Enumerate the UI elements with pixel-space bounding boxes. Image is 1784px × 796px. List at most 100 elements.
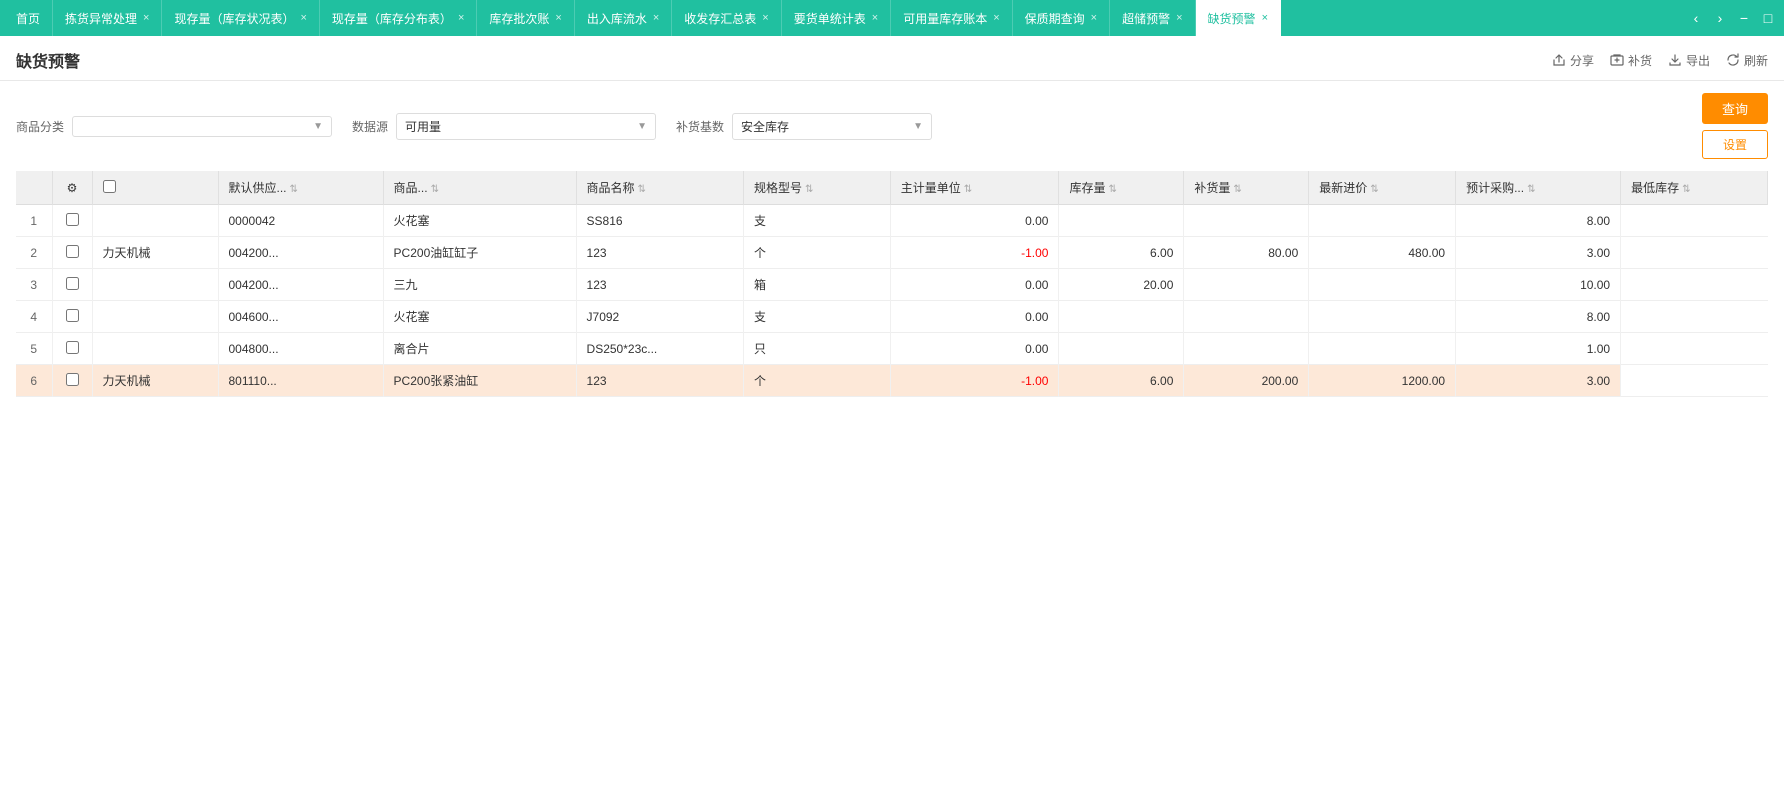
export-button[interactable]: 导出 (1668, 52, 1710, 69)
sort-icon-name: ⇅ (638, 184, 646, 195)
row-num-3: 4 (16, 301, 52, 333)
th-replenish-qty[interactable]: 补货量⇅ (1184, 171, 1309, 205)
table-header-row: ⚙ 默认供应...⇅ 商品...⇅ 商品名称⇅ 规格型号⇅ 主计量单位⇅ 库存量… (16, 171, 1768, 205)
datasource-select[interactable]: 可用量 ▼ (396, 113, 656, 140)
tab-home[interactable]: 首页 (4, 0, 53, 36)
tab-close-batch[interactable]: × (555, 12, 561, 24)
th-stock-qty[interactable]: 库存量⇅ (1059, 171, 1184, 205)
th-default-supplier[interactable]: 默认供应...⇅ (218, 171, 383, 205)
tab-next-btn[interactable]: › (1708, 6, 1732, 30)
row-code-5: 801110... (218, 365, 383, 397)
replenish-base-select[interactable]: 安全库存 ▼ (732, 113, 932, 140)
replenish-base-label: 补货基数 (676, 118, 724, 135)
row-cb-cell-3 (52, 301, 92, 333)
row-name-5: PC200张紧油缸 (383, 365, 576, 397)
row-num-1: 2 (16, 237, 52, 269)
tab-close-ledger[interactable]: × (993, 12, 999, 24)
query-button[interactable]: 查询 (1702, 93, 1768, 124)
th-latest-price[interactable]: 最新进价⇅ (1309, 171, 1456, 205)
row-min-3: 8.00 (1456, 301, 1621, 333)
filter-area: 商品分类 ▼ 数据源 可用量 ▼ 补货基数 安全库存 ▼ 查询 设置 (0, 81, 1784, 171)
tab-shortage[interactable]: 缺货预警 × (1196, 0, 1281, 36)
th-rownum (16, 171, 52, 205)
row-stock-4: 0.00 (890, 333, 1059, 365)
tab-available-ledger[interactable]: 可用量库存账本 × (891, 0, 1012, 36)
row-replenish-3 (1059, 301, 1184, 333)
tab-batch-account[interactable]: 库存批次账 × (477, 0, 574, 36)
tab-maximize-btn[interactable]: □ (1756, 6, 1780, 30)
row-stock-1: -1.00 (890, 237, 1059, 269)
row-unit-0: 支 (743, 205, 890, 237)
table-container: ⚙ 默认供应...⇅ 商品...⇅ 商品名称⇅ 规格型号⇅ 主计量单位⇅ 库存量… (0, 171, 1784, 397)
row-num-2: 3 (16, 269, 52, 301)
tab-prev-btn[interactable]: ‹ (1684, 6, 1708, 30)
tab-abnormal[interactable]: 拣货异常处理 × (53, 0, 162, 36)
row-checkbox-3[interactable] (66, 309, 79, 322)
tab-close-stock-dist[interactable]: × (458, 12, 464, 24)
row-supplier-3 (92, 301, 218, 333)
sort-icon-replenish: ⇅ (1233, 184, 1241, 195)
row-num-5: 6 (16, 365, 52, 397)
tab-stock-dist[interactable]: 现存量（库存分布表） × (320, 0, 477, 36)
th-est-purchase[interactable]: 预计采购...⇅ (1456, 171, 1621, 205)
tab-close-abnormal[interactable]: × (143, 12, 149, 24)
row-name-2: 三九 (383, 269, 576, 301)
table-row: 6力天机械801110...PC200张紧油缸123个-1.006.00200.… (16, 365, 1768, 397)
row-unit-2: 箱 (743, 269, 890, 301)
th-spec[interactable]: 规格型号⇅ (743, 171, 890, 205)
category-select-arrow: ▼ (313, 121, 323, 132)
tab-stock-status[interactable]: 现存量（库存状况表） × (162, 0, 319, 36)
refresh-icon (1726, 53, 1740, 67)
table-row: 5004800...离合片DS250*23c...只0.001.00 (16, 333, 1768, 365)
category-select[interactable]: ▼ (72, 116, 332, 137)
data-table: ⚙ 默认供应...⇅ 商品...⇅ 商品名称⇅ 规格型号⇅ 主计量单位⇅ 库存量… (16, 171, 1768, 397)
refresh-button[interactable]: 刷新 (1726, 52, 1768, 69)
th-checkbox[interactable] (92, 171, 218, 205)
tab-close-overstock[interactable]: × (1176, 12, 1182, 24)
row-spec-2: 123 (576, 269, 743, 301)
tab-close-recv[interactable]: × (762, 12, 768, 24)
replenish-base-filter-group: 补货基数 安全库存 ▼ (676, 113, 932, 140)
tab-minimize-btn[interactable]: − (1732, 6, 1756, 30)
th-min-stock[interactable]: 最低库存⇅ (1621, 171, 1768, 205)
row-checkbox-4[interactable] (66, 341, 79, 354)
th-product-name[interactable]: 商品名称⇅ (576, 171, 743, 205)
tab-expiry[interactable]: 保质期查询 × (1013, 0, 1110, 36)
share-button[interactable]: 分享 (1552, 52, 1594, 69)
tab-close-stock-status[interactable]: × (300, 12, 306, 24)
tab-close-shortage[interactable]: × (1262, 12, 1268, 24)
th-gear[interactable]: ⚙ (52, 171, 92, 205)
row-checkbox-2[interactable] (66, 277, 79, 290)
select-all-checkbox[interactable] (103, 180, 116, 193)
tab-close-expiry[interactable]: × (1091, 12, 1097, 24)
tab-overstock[interactable]: 超储预警 × (1110, 0, 1195, 36)
th-product-code[interactable]: 商品...⇅ (383, 171, 576, 205)
row-num-0: 1 (16, 205, 52, 237)
table-row: 3004200...三九123箱0.0020.0010.00 (16, 269, 1768, 301)
tab-close-inout[interactable]: × (653, 12, 659, 24)
replenish-button[interactable]: 补货 (1610, 52, 1652, 69)
tab-close-order[interactable]: × (872, 12, 878, 24)
row-checkbox-0[interactable] (66, 213, 79, 226)
row-spec-5: 123 (576, 365, 743, 397)
row-code-0: 0000042 (218, 205, 383, 237)
row-supplier-1: 力天机械 (92, 237, 218, 269)
th-unit[interactable]: 主计量单位⇅ (890, 171, 1059, 205)
row-checkbox-5[interactable] (66, 373, 79, 386)
settings-button[interactable]: 设置 (1702, 130, 1768, 159)
row-price-0 (1184, 205, 1309, 237)
tab-order-stats[interactable]: 要货单统计表 × (782, 0, 891, 36)
row-min-5: 3.00 (1456, 365, 1621, 397)
tab-recv-summary[interactable]: 收发存汇总表 × (672, 0, 781, 36)
sort-icon-stock: ⇅ (1109, 184, 1117, 195)
row-cb-cell-0 (52, 205, 92, 237)
table-row: 4004600...火花塞J7092支0.008.00 (16, 301, 1768, 333)
row-min-4: 1.00 (1456, 333, 1621, 365)
sort-icon-price: ⇅ (1370, 184, 1378, 195)
row-unit-5: 个 (743, 365, 890, 397)
row-checkbox-1[interactable] (66, 245, 79, 258)
row-cb-cell-1 (52, 237, 92, 269)
datasource-select-arrow: ▼ (637, 121, 647, 132)
row-name-0: 火花塞 (383, 205, 576, 237)
tab-inout-flow[interactable]: 出入库流水 × (575, 0, 672, 36)
